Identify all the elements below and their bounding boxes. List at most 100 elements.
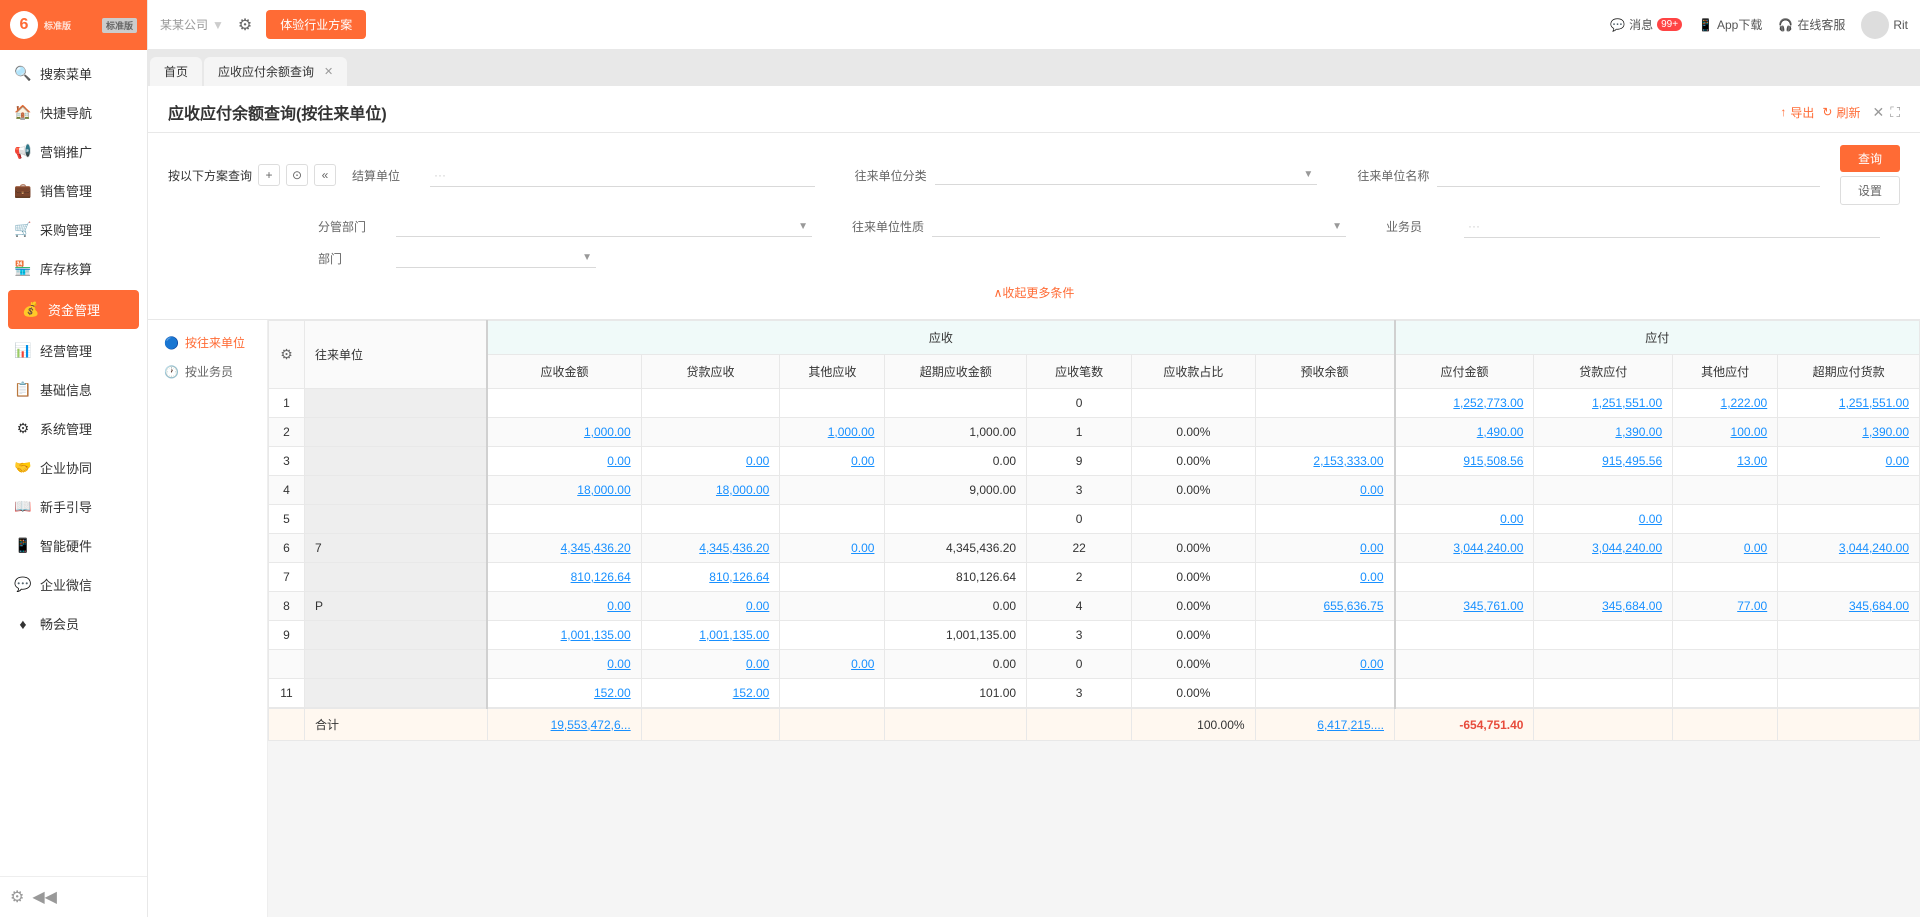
filter-dept-mgr: 分管部门 ▼ [318, 217, 812, 237]
sidebar-label-quicknav: 快捷导航 [40, 103, 92, 122]
sidebar-item-search[interactable]: 🔍 搜索菜单 [0, 54, 147, 93]
col-ar-prepay: 预收余额 [1255, 355, 1394, 389]
col-ap-group: 应付 [1395, 321, 1920, 355]
query-button[interactable]: 查询 [1840, 145, 1900, 172]
sidebar-item-member[interactable]: ♦ 畅会员 [0, 604, 147, 643]
sidebar-label-operations: 经营管理 [40, 341, 92, 360]
footer-ar-amount[interactable]: 19,553,472,6... [487, 708, 641, 741]
header: 某某公司 ▼ ⚙ 体验行业方案 💬 消息 99+ 📱 App下载 🎧 在线客服 … [148, 0, 1920, 50]
collapse-label: 收起更多条件 [1002, 284, 1074, 301]
sidebar-item-system[interactable]: ⚙ 系统管理 [0, 409, 147, 448]
filter-row-3: 部门 ▼ [318, 248, 1900, 268]
sidebar-icon-purchase: 🛒 [14, 221, 32, 238]
sidebar-label-hardware: 智能硬件 [40, 536, 92, 555]
sidebar-item-hardware[interactable]: 📱 智能硬件 [0, 526, 147, 565]
sidebar-item-marketing[interactable]: 📢 营销推广 [0, 132, 147, 171]
edition-badge: 标准版 [102, 18, 137, 33]
sidebar: 6 畅捷通财 标准版 标准版 🔍 搜索菜单 🏠 快捷导航 📢 营销推广 💼 销售… [0, 0, 148, 917]
sidebar-item-collab[interactable]: 🤝 企业协同 [0, 448, 147, 487]
table-row: 8P0.000.000.0040.00%655,636.75345,761.00… [269, 592, 1920, 621]
table-row: 7810,126.64810,126.64810,126.6420.00%0.0… [269, 563, 1920, 592]
settings-button[interactable]: 设置 [1840, 176, 1900, 205]
filter-unit-category-label: 往来单位分类 [855, 167, 927, 184]
table-row: 101,252,773.001,251,551.001,222.001,251,… [269, 389, 1920, 418]
filter-row-1: 按以下方案查询 + ⊙ « 结算单位 ··· 往来单位分类 [168, 145, 1900, 205]
sidebar-label-sales: 销售管理 [40, 181, 92, 200]
export-button[interactable]: ↑ 导出 [1780, 104, 1814, 121]
filter-salesperson: 业务员 ··· [1386, 215, 1880, 238]
sidebar-collapse-btn[interactable]: ◀◀ [32, 887, 57, 907]
col-ar-ratio: 应收款占比 [1132, 355, 1255, 389]
refresh-label: 刷新 [1836, 104, 1860, 121]
footer-ar-prepay[interactable]: 6,417,215.... [1255, 708, 1394, 741]
footer-ap-loan [1534, 708, 1673, 741]
table-settings-icon[interactable]: ⚙ [280, 346, 293, 362]
filter-buttons: 查询 设置 [1840, 145, 1900, 205]
refresh-button[interactable]: ↻ 刷新 [1822, 104, 1860, 121]
col-ar-count: 应收笔数 [1027, 355, 1132, 389]
filter-add-btn[interactable]: + [258, 164, 280, 186]
subnav-by-unit-icon: 🔵 [164, 336, 179, 350]
sidebar-item-finance[interactable]: 💰 资金管理 [8, 290, 139, 329]
sidebar-settings-btn[interactable]: ⚙ [10, 887, 24, 907]
sidebar-item-quicknav[interactable]: 🏠 快捷导航 [0, 93, 147, 132]
sidebar-icon-collab: 🤝 [14, 459, 32, 476]
sidebar-label-marketing: 营销推广 [40, 142, 92, 161]
filter-dept-mgr-select[interactable]: ▼ [396, 217, 812, 237]
messages-btn[interactable]: 💬 消息 99+ [1610, 16, 1682, 33]
header-right: 💬 消息 99+ 📱 App下载 🎧 在线客服 Rit [1610, 11, 1908, 39]
filter-unit-category-select[interactable]: ▼ [935, 165, 1318, 185]
footer-ar-loan [641, 708, 780, 741]
export-icon: ↑ [1780, 105, 1786, 119]
col-ap-amount: 应付金额 [1395, 355, 1534, 389]
tab-ar-ap-close[interactable]: ✕ [324, 65, 333, 78]
sidebar-item-guide[interactable]: 📖 新手引导 [0, 487, 147, 526]
tab-home[interactable]: 首页 [150, 57, 202, 86]
filter-unit-nature-select[interactable]: ▼ [932, 217, 1346, 237]
window-close-btn[interactable]: ✕ [1872, 104, 1884, 121]
sidebar-label-wechat: 企业微信 [40, 575, 92, 594]
sidebar-item-inventory[interactable]: 🏪 库存核算 [0, 249, 147, 288]
sidebar-icon-operations: 📊 [14, 342, 32, 359]
sidebar-item-sales[interactable]: 💼 销售管理 [0, 171, 147, 210]
filter-row-2: 分管部门 ▼ 往来单位性质 ▼ 业务员 ··· [318, 215, 1900, 238]
sidebar-icon-finance: 💰 [22, 301, 40, 318]
footer-ar-other [780, 708, 885, 741]
filter-target-btn[interactable]: ⊙ [286, 164, 308, 186]
cta-button[interactable]: 体验行业方案 [266, 10, 366, 39]
sidebar-item-basic[interactable]: 📋 基础信息 [0, 370, 147, 409]
filter-collapse-btn[interactable]: « [314, 164, 336, 186]
footer-ap-overdue [1778, 708, 1920, 741]
col-settings: ⚙ [269, 321, 305, 389]
subnav-by-staff[interactable]: 🕐 按业务员 [148, 357, 267, 386]
tab-bar: 首页 应收应付余额查询 ✕ [148, 50, 1920, 86]
tab-ar-ap[interactable]: 应收应付余额查询 ✕ [204, 57, 347, 86]
sidebar-menu: 🔍 搜索菜单 🏠 快捷导航 📢 营销推广 💼 销售管理 🛒 采购管理 🏪 库存核… [0, 50, 147, 876]
filter-dept-mgr-label: 分管部门 [318, 218, 388, 235]
table-row: 91,001,135.001,001,135.001,001,135.0030.… [269, 621, 1920, 650]
filter-collapse-more[interactable]: ∧ 收起更多条件 [168, 278, 1900, 307]
user-info[interactable]: Rit [1861, 11, 1908, 39]
table-row: 500.000.00 [269, 505, 1920, 534]
sidebar-label-collab: 企业协同 [40, 458, 92, 477]
subnav-by-unit[interactable]: 🔵 按往来单位 [148, 328, 267, 357]
breadcrumb-company: 某某公司 [160, 16, 208, 33]
header-settings-icon[interactable]: ⚙ [238, 15, 252, 35]
filter-unit-name-input[interactable] [1437, 164, 1820, 187]
sidebar-item-purchase[interactable]: 🛒 采购管理 [0, 210, 147, 249]
messages-badge: 99+ [1657, 18, 1682, 31]
sidebar-item-operations[interactable]: 📊 经营管理 [0, 331, 147, 370]
sidebar-label-system: 系统管理 [40, 419, 92, 438]
filter-salesperson-input[interactable]: ··· [1464, 215, 1880, 238]
sidebar-item-wechat[interactable]: 💬 企业微信 [0, 565, 147, 604]
sidebar-label-finance: 资金管理 [48, 300, 100, 319]
filter-section-label: 按以下方案查询 [168, 167, 252, 184]
filter-settlement-unit-input[interactable]: ··· [430, 164, 815, 187]
table-row: 418,000.0018,000.009,000.0030.00%0.00 [269, 476, 1920, 505]
filter-dept-select[interactable]: ▼ [396, 248, 596, 268]
tab-ar-ap-label: 应收应付余额查询 [218, 63, 314, 80]
window-expand-btn[interactable]: ⛶ [1890, 104, 1900, 121]
page-header: 应收应付余额查询(按往来单位) ↑ 导出 ↻ 刷新 ✕ ⛶ [148, 86, 1920, 133]
online-service-btn[interactable]: 🎧 在线客服 [1778, 16, 1845, 33]
app-download-btn[interactable]: 📱 App下载 [1698, 16, 1762, 33]
